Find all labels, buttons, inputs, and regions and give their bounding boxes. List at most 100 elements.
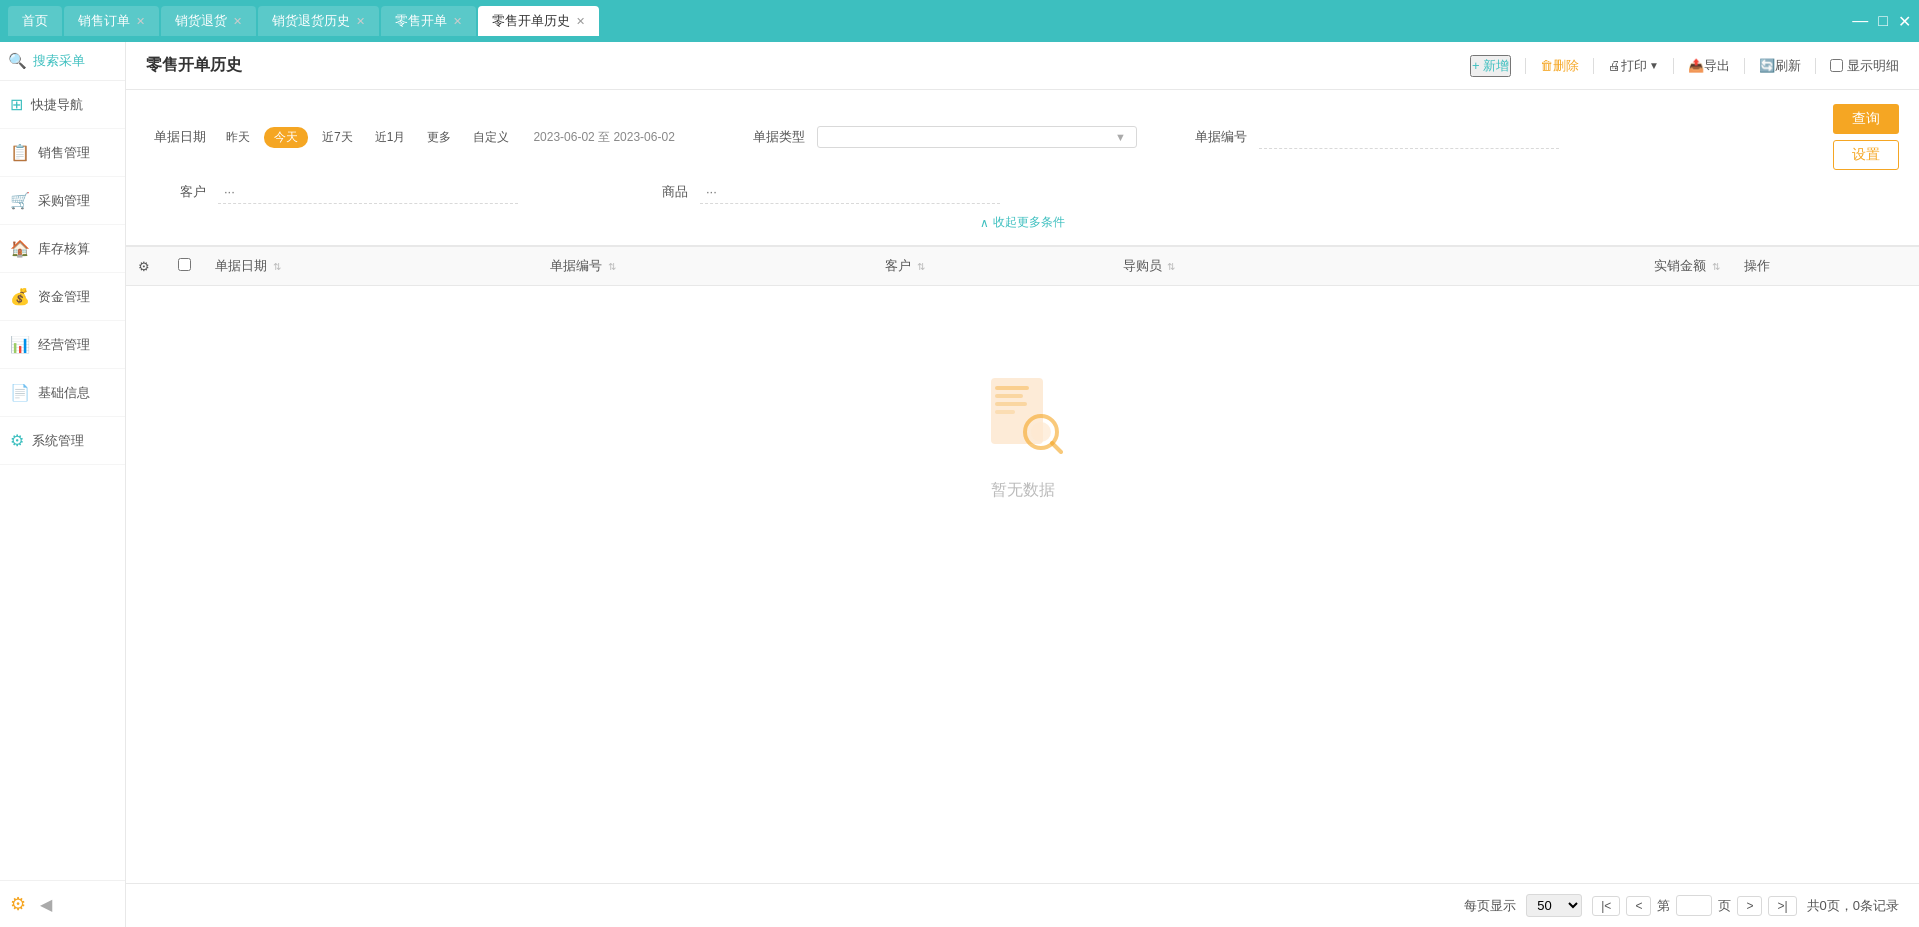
- add-button[interactable]: + 新增: [1470, 55, 1511, 77]
- sidebar-item-inventory[interactable]: 🏠 库存核算: [0, 225, 125, 273]
- col-no[interactable]: 单据编号 ⇅: [538, 247, 873, 286]
- table-area: ⚙ 单据日期 ⇅ 单据编号 ⇅ 客户: [126, 246, 1919, 883]
- tab-home-label: 首页: [22, 12, 48, 30]
- export-icon: 📤: [1688, 58, 1704, 73]
- first-page-button[interactable]: |<: [1592, 896, 1620, 916]
- print-icon: 🖨: [1608, 58, 1621, 73]
- select-all-checkbox[interactable]: [178, 258, 191, 271]
- date-today[interactable]: 今天: [264, 127, 308, 148]
- prev-page-button[interactable]: <: [1626, 896, 1651, 916]
- date-custom[interactable]: 自定义: [465, 127, 517, 148]
- doc-type-label: 单据类型: [745, 128, 805, 146]
- collapse-button[interactable]: ∧ 收起更多条件: [146, 214, 1899, 231]
- tab-sales-return-history-close[interactable]: ✕: [356, 15, 365, 28]
- tab-retail-open-history-label: 零售开单历史: [492, 12, 570, 30]
- tab-sales-return-history-label: 销货退货历史: [272, 12, 350, 30]
- sidebar-item-quick-nav[interactable]: ⊞ 快捷导航: [0, 81, 125, 129]
- tab-retail-open-history-close[interactable]: ✕: [576, 15, 585, 28]
- col-amount[interactable]: 实销金额 ⇅: [1397, 247, 1732, 286]
- table-settings-col[interactable]: ⚙: [126, 247, 166, 286]
- maximize-icon[interactable]: □: [1878, 12, 1888, 31]
- page-header: 零售开单历史 + 新增 🗑 删除 🖨 打印 ▼ 📤 导出: [126, 42, 1919, 90]
- finance-icon: 💰: [10, 287, 30, 306]
- query-button[interactable]: 查询: [1833, 104, 1899, 134]
- customer-input[interactable]: [218, 180, 518, 204]
- doc-no-filter-group: 单据编号: [1187, 125, 1559, 149]
- close-icon[interactable]: ✕: [1898, 12, 1911, 31]
- main-layout: 🔍 搜索采单 ⊞ 快捷导航 📋 销售管理 🛒 采购管理 🏠 库存核算 💰 资金管…: [0, 42, 1919, 927]
- page-title: 零售开单历史: [146, 55, 242, 76]
- date-filter-group: 单据日期 昨天 今天 近7天 近1月 更多 自定义 2023-06-02 至 2…: [146, 127, 675, 148]
- table-check-col[interactable]: [166, 247, 203, 286]
- sidebar-item-basic-info[interactable]: 📄 基础信息: [0, 369, 125, 417]
- date-7days[interactable]: 近7天: [314, 127, 361, 148]
- last-page-button[interactable]: >|: [1768, 896, 1796, 916]
- chevron-up-icon: ∧: [980, 216, 989, 230]
- set-button[interactable]: 设置: [1833, 140, 1899, 170]
- col-action: 操作: [1732, 247, 1919, 286]
- collapse-label: 收起更多条件: [993, 214, 1065, 231]
- export-button[interactable]: 📤 导出: [1688, 57, 1730, 75]
- action-buttons: 查询 设置: [1833, 104, 1899, 170]
- tab-sales-return-history[interactable]: 销货退货历史 ✕: [258, 6, 379, 36]
- next-page-button[interactable]: >: [1737, 896, 1762, 916]
- col-guide[interactable]: 导购员 ⇅: [1111, 247, 1397, 286]
- sidebar-bottom: ⚙ ◀: [0, 880, 125, 927]
- sidebar: 🔍 搜索采单 ⊞ 快捷导航 📋 销售管理 🛒 采购管理 🏠 库存核算 💰 资金管…: [0, 42, 126, 927]
- divider-3: [1673, 58, 1674, 74]
- show-detail-checkbox[interactable]: 显示明细: [1830, 57, 1899, 75]
- basic-info-icon: 📄: [10, 383, 30, 402]
- date-more[interactable]: 更多: [419, 127, 459, 148]
- goods-input[interactable]: [700, 180, 1000, 204]
- sidebar-search[interactable]: 🔍 搜索采单: [0, 42, 125, 81]
- doc-type-select[interactable]: ▼: [817, 126, 1137, 148]
- page-suffix: 页: [1718, 897, 1731, 915]
- delete-icon: 🗑: [1540, 58, 1553, 73]
- content-area: 零售开单历史 + 新增 🗑 删除 🖨 打印 ▼ 📤 导出: [126, 42, 1919, 927]
- sidebar-item-operations-label: 经营管理: [38, 336, 90, 354]
- svg-line-7: [1052, 443, 1061, 452]
- date-1month[interactable]: 近1月: [367, 127, 414, 148]
- tab-sales-return[interactable]: 销货退货 ✕: [161, 6, 256, 36]
- sidebar-collapse-icon[interactable]: ◀: [40, 895, 52, 914]
- tab-retail-open-history[interactable]: 零售开单历史 ✕: [478, 6, 599, 36]
- tab-retail-open-close[interactable]: ✕: [453, 15, 462, 28]
- doc-no-label: 单据编号: [1187, 128, 1247, 146]
- customer-filter-group: 客户: [146, 180, 518, 204]
- col-customer[interactable]: 客户 ⇅: [873, 247, 1111, 286]
- refresh-button[interactable]: 🔄 刷新: [1759, 57, 1801, 75]
- sidebar-item-finance-label: 资金管理: [38, 288, 90, 306]
- sidebar-item-sales-mgmt-label: 销售管理: [38, 144, 90, 162]
- sidebar-item-finance[interactable]: 💰 资金管理: [0, 273, 125, 321]
- divider-5: [1815, 58, 1816, 74]
- tab-home[interactable]: 首页: [8, 6, 62, 36]
- tab-sales-order[interactable]: 销售订单 ✕: [64, 6, 159, 36]
- sidebar-item-operations[interactable]: 📊 经营管理: [0, 321, 125, 369]
- filter-row-2: 客户 商品: [146, 180, 1899, 204]
- per-page-select[interactable]: 50 100 200: [1526, 894, 1582, 917]
- per-page-label: 每页显示: [1464, 897, 1516, 915]
- tab-bar: 首页 销售订单 ✕ 销货退货 ✕ 销货退货历史 ✕ 零售开单 ✕ 零售开单历史 …: [0, 0, 1919, 42]
- search-icon: 🔍: [8, 52, 27, 70]
- sidebar-settings-icon[interactable]: ⚙: [10, 893, 26, 915]
- inventory-icon: 🏠: [10, 239, 30, 258]
- doc-no-input[interactable]: [1259, 125, 1559, 149]
- date-yesterday[interactable]: 昨天: [218, 127, 258, 148]
- tab-retail-open-label: 零售开单: [395, 12, 447, 30]
- delete-button[interactable]: 🗑 删除: [1540, 57, 1579, 75]
- tab-sales-order-close[interactable]: ✕: [136, 15, 145, 28]
- sales-mgmt-icon: 📋: [10, 143, 30, 162]
- minimize-icon[interactable]: —: [1852, 12, 1868, 31]
- system-icon: ⚙: [10, 431, 24, 450]
- print-button[interactable]: 🖨 打印 ▼: [1608, 57, 1659, 75]
- sort-date-icon: ⇅: [273, 261, 281, 272]
- tab-sales-return-close[interactable]: ✕: [233, 15, 242, 28]
- sidebar-item-purchase-mgmt[interactable]: 🛒 采购管理: [0, 177, 125, 225]
- svg-rect-2: [995, 394, 1023, 398]
- sidebar-item-sales-mgmt[interactable]: 📋 销售管理: [0, 129, 125, 177]
- tab-retail-open[interactable]: 零售开单 ✕: [381, 6, 476, 36]
- sidebar-item-system[interactable]: ⚙ 系统管理: [0, 417, 125, 465]
- show-detail-input[interactable]: [1830, 59, 1843, 72]
- col-date[interactable]: 单据日期 ⇅: [203, 247, 538, 286]
- current-page-input[interactable]: 1: [1676, 895, 1712, 916]
